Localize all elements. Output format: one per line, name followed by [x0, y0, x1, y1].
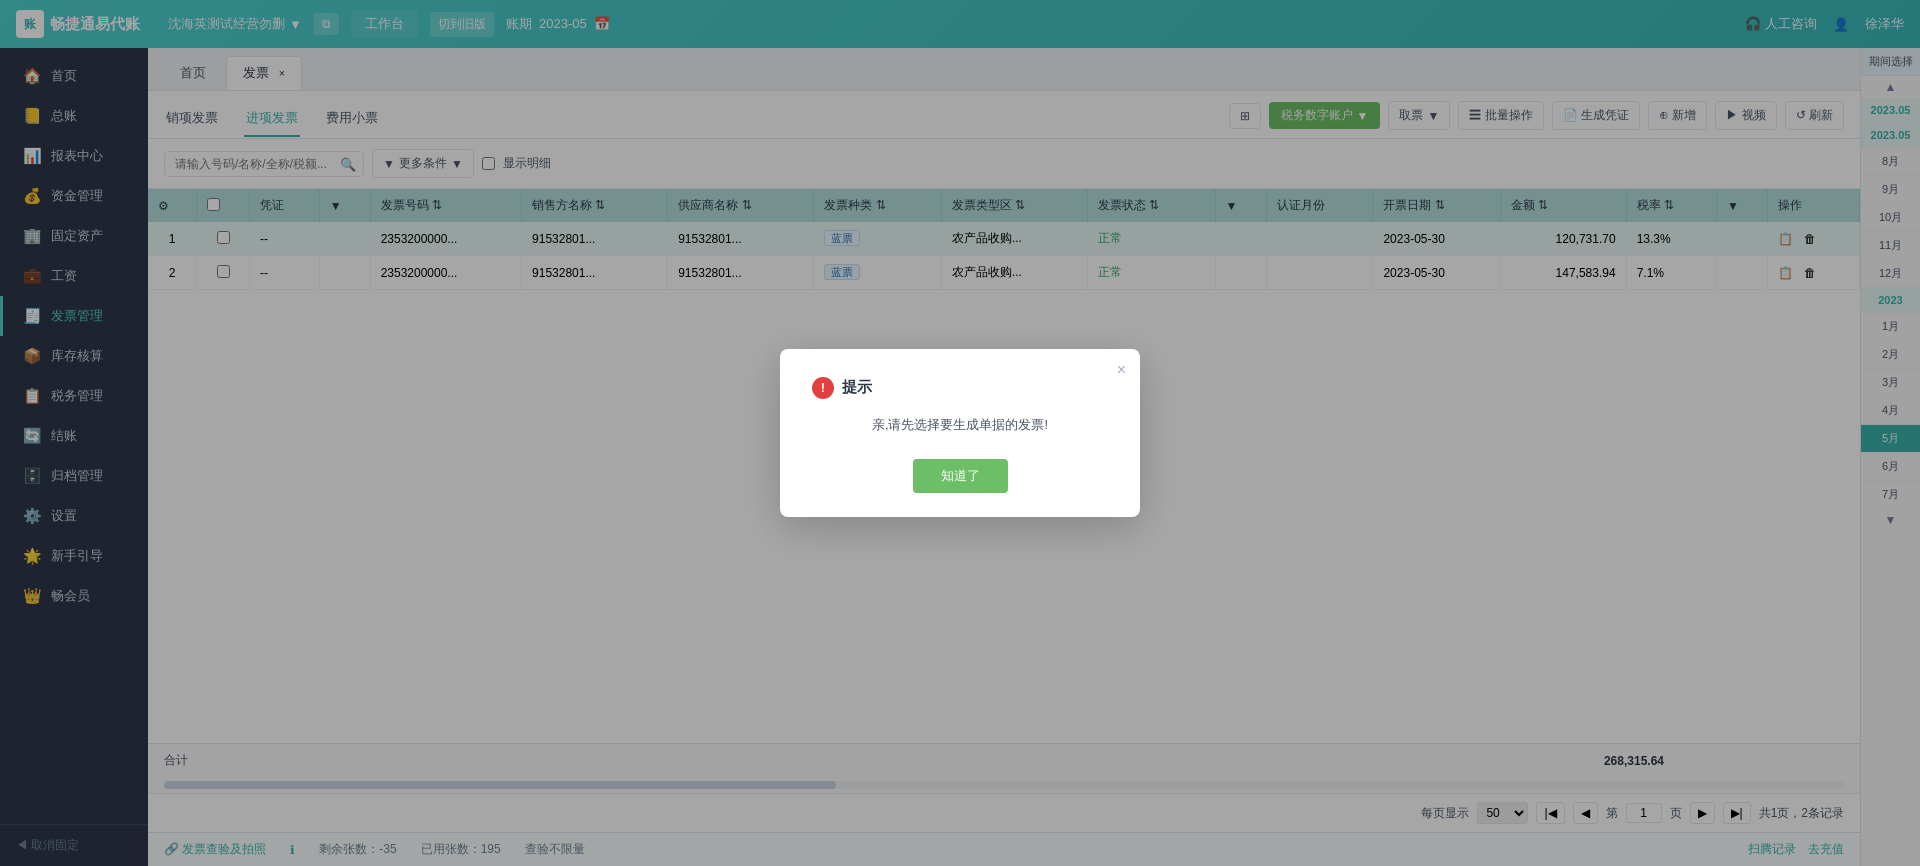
modal-title: 提示 — [842, 378, 872, 397]
modal-ok-btn[interactable]: 知道了 — [913, 459, 1008, 493]
modal-overlay: × ! 提示 亲,请先选择要生成单据的发票! 知道了 — [0, 0, 1920, 866]
modal-message: 亲,请先选择要生成单据的发票! — [812, 415, 1108, 436]
alert-modal: × ! 提示 亲,请先选择要生成单据的发票! 知道了 — [780, 349, 1140, 518]
modal-close-btn[interactable]: × — [1117, 361, 1126, 379]
modal-title-row: ! 提示 — [812, 377, 1108, 399]
warning-icon: ! — [812, 377, 834, 399]
